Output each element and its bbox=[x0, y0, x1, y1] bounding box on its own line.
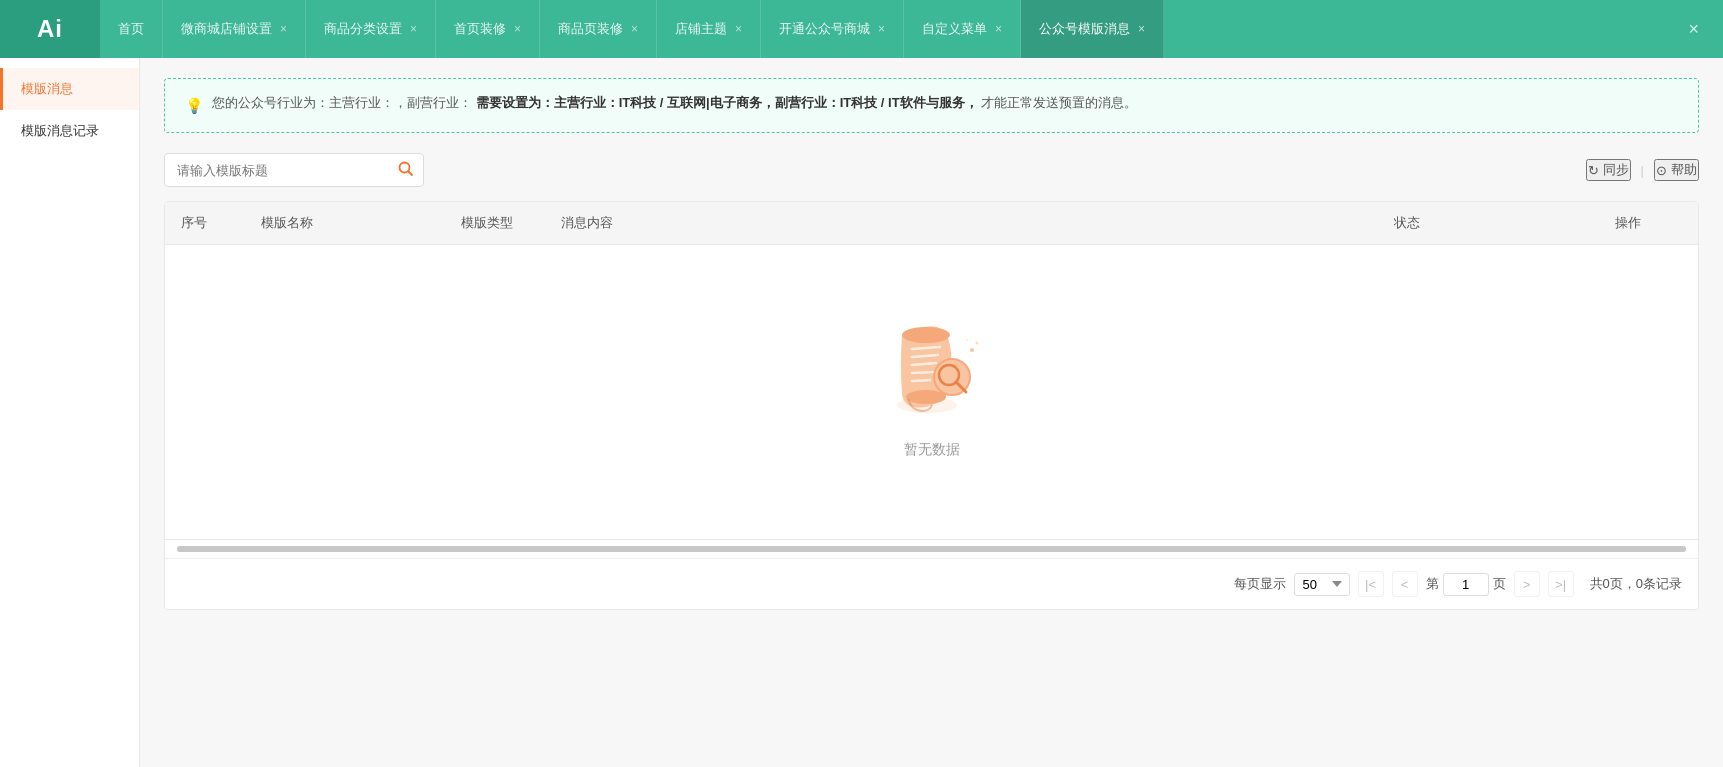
first-page-button[interactable]: |< bbox=[1358, 571, 1384, 597]
search-icon bbox=[398, 161, 413, 176]
close-tab-product-category[interactable]: × bbox=[410, 22, 417, 36]
svg-point-14 bbox=[975, 342, 978, 345]
data-table: 序号 模版名称 模版类型 消息内容 状态 操作 bbox=[164, 201, 1699, 610]
pagination: 每页显示 50 10 20 100 |< < 第 页 bbox=[165, 558, 1698, 609]
close-tab-shop-theme[interactable]: × bbox=[735, 22, 742, 36]
help-button[interactable]: ⊙ 帮助 bbox=[1654, 159, 1699, 181]
page-number-input[interactable] bbox=[1443, 573, 1489, 596]
page-unit: 页 bbox=[1493, 575, 1506, 593]
close-tab-product-decoration[interactable]: × bbox=[631, 22, 638, 36]
scrollbar-thumb bbox=[177, 546, 1686, 552]
notice-icon: 💡 bbox=[185, 94, 204, 118]
main-layout: 模版消息模版消息记录 💡 您的公众号行业为：主营行业：，副营行业： 需要设置为：… bbox=[0, 58, 1723, 767]
prev-page-button[interactable]: < bbox=[1392, 571, 1418, 597]
col-seq: 序号 bbox=[165, 202, 245, 244]
prev-page-icon: < bbox=[1401, 577, 1409, 592]
nav-tabs: 首页微商城店铺设置×商品分类设置×首页装修×商品页装修×店铺主题×开通公众号商城… bbox=[100, 0, 1723, 58]
next-page-button[interactable]: > bbox=[1514, 571, 1540, 597]
per-page-select[interactable]: 50 10 20 100 bbox=[1294, 573, 1350, 596]
close-tab-open-shop[interactable]: × bbox=[878, 22, 885, 36]
close-tab-shop-settings[interactable]: × bbox=[280, 22, 287, 36]
toolbar-right: ↻ 同步 | ⊙ 帮助 bbox=[1586, 159, 1699, 181]
notice-text: 您的公众号行业为：主营行业：，副营行业： 需要设置为：主营行业：IT科技 / 互… bbox=[212, 93, 1678, 114]
last-page-button[interactable]: >| bbox=[1548, 571, 1574, 597]
nav-tab-template-msg[interactable]: 公众号模版消息× bbox=[1021, 0, 1164, 58]
sidebar: 模版消息模版消息记录 bbox=[0, 58, 140, 767]
col-status: 状态 bbox=[1378, 202, 1558, 244]
nav-tab-shop-settings[interactable]: 微商城店铺设置× bbox=[163, 0, 306, 58]
nav-tab-home-decoration[interactable]: 首页装修× bbox=[436, 0, 540, 58]
svg-point-4 bbox=[906, 390, 946, 404]
table-header: 序号 模版名称 模版类型 消息内容 状态 操作 bbox=[165, 202, 1698, 245]
page-label: 第 bbox=[1426, 575, 1439, 593]
empty-state: 暂无数据 bbox=[165, 245, 1698, 539]
svg-line-9 bbox=[912, 380, 930, 381]
col-content: 消息内容 bbox=[545, 202, 1378, 244]
col-name: 模版名称 bbox=[245, 202, 445, 244]
main-content: 💡 您的公众号行业为：主营行业：，副营行业： 需要设置为：主营行业：IT科技 /… bbox=[140, 58, 1723, 767]
per-page-label: 每页显示 bbox=[1234, 575, 1286, 593]
top-navigation: Ai 首页微商城店铺设置×商品分类设置×首页装修×商品页装修×店铺主题×开通公众… bbox=[0, 0, 1723, 58]
notice-banner: 💡 您的公众号行业为：主营行业：，副营行业： 需要设置为：主营行业：IT科技 /… bbox=[164, 78, 1699, 133]
first-page-icon: |< bbox=[1365, 577, 1376, 592]
sync-icon: ↻ bbox=[1588, 163, 1599, 178]
sidebar-item-template-record[interactable]: 模版消息记录 bbox=[0, 110, 139, 152]
help-icon: ⊙ bbox=[1656, 163, 1667, 178]
page-input-wrap: 第 页 bbox=[1426, 573, 1506, 596]
sync-button[interactable]: ↻ 同步 bbox=[1586, 159, 1631, 181]
next-page-icon: > bbox=[1523, 577, 1531, 592]
horizontal-scrollbar[interactable] bbox=[165, 539, 1698, 558]
notice-highlight: 需要设置为：主营行业：IT科技 / 互联网|电子商务，副营行业：IT科技 / I… bbox=[476, 95, 978, 110]
empty-illustration bbox=[872, 305, 992, 425]
svg-point-3 bbox=[902, 327, 950, 343]
nav-tab-product-decoration[interactable]: 商品页装修× bbox=[540, 0, 657, 58]
app-logo: Ai bbox=[0, 0, 100, 58]
notice-suffix: 才能正常发送预置的消息。 bbox=[981, 95, 1137, 110]
empty-text: 暂无数据 bbox=[904, 441, 960, 459]
svg-point-13 bbox=[970, 348, 974, 352]
col-action: 操作 bbox=[1558, 202, 1698, 244]
svg-line-8 bbox=[912, 372, 934, 373]
col-type: 模版类型 bbox=[445, 202, 545, 244]
toolbar-divider: | bbox=[1639, 163, 1646, 178]
help-label: 帮助 bbox=[1671, 161, 1697, 179]
nav-tab-open-shop[interactable]: 开通公众号商城× bbox=[761, 0, 904, 58]
nav-tab-home[interactable]: 首页 bbox=[100, 0, 163, 58]
svg-point-15 bbox=[966, 339, 968, 341]
nav-tab-shop-theme[interactable]: 店铺主题× bbox=[657, 0, 761, 58]
close-tab-template-msg[interactable]: × bbox=[1138, 22, 1145, 36]
scrollbar-track bbox=[177, 546, 1686, 552]
last-page-icon: >| bbox=[1555, 577, 1566, 592]
close-tab-home-decoration[interactable]: × bbox=[514, 22, 521, 36]
notice-prefix: 您的公众号行业为：主营行业：，副营行业： bbox=[212, 95, 472, 110]
sidebar-item-template-message[interactable]: 模版消息 bbox=[0, 68, 139, 110]
search-button[interactable] bbox=[388, 154, 423, 186]
sync-label: 同步 bbox=[1603, 161, 1629, 179]
toolbar: ↻ 同步 | ⊙ 帮助 bbox=[164, 153, 1699, 187]
nav-tab-custom-menu[interactable]: 自定义菜单× bbox=[904, 0, 1021, 58]
page-total: 共0页，0条记录 bbox=[1590, 575, 1682, 593]
close-tab-custom-menu[interactable]: × bbox=[995, 22, 1002, 36]
search-box bbox=[164, 153, 424, 187]
search-input[interactable] bbox=[165, 156, 388, 185]
nav-tab-product-category[interactable]: 商品分类设置× bbox=[306, 0, 436, 58]
svg-line-1 bbox=[409, 172, 413, 176]
close-all-button[interactable]: × bbox=[1680, 15, 1707, 44]
